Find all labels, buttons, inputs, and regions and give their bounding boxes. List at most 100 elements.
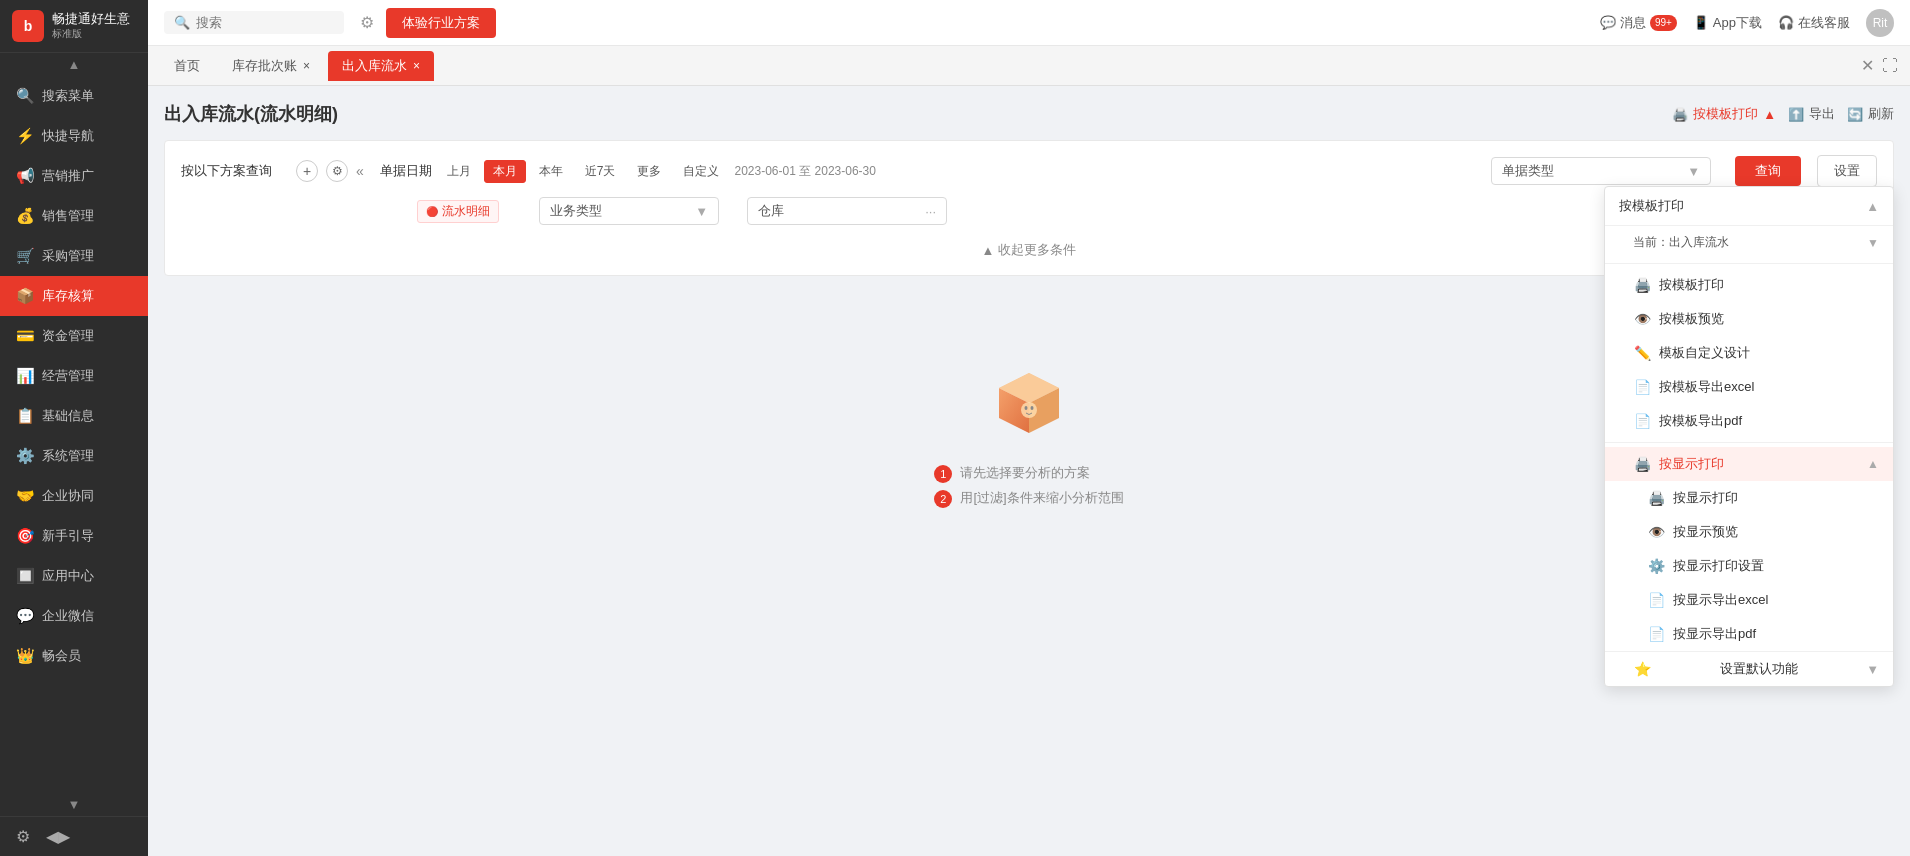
sidebar-item-label: 畅会员 <box>42 647 81 665</box>
basic-icon: 📋 <box>16 407 34 425</box>
batch-account-tab-label: 库存批次账 <box>232 57 297 75</box>
user-avatar: Rit <box>1866 9 1894 37</box>
inout-flow-tab-label: 出入库流水 <box>342 57 407 75</box>
sidebar-scroll-down[interactable]: ▼ <box>0 793 148 816</box>
dropdown-current-item[interactable]: 当前：出入库流水 ▼ <box>1605 226 1893 259</box>
topbar-right: 💬 消息 99+ 📱 App下载 🎧 在线客服 Rit <box>1600 9 1894 37</box>
main-area: 🔍 ⚙ 体验行业方案 💬 消息 99+ 📱 App下载 🎧 在线客服 Rit <box>148 0 1910 856</box>
operation-icon: 📊 <box>16 367 34 385</box>
sidebar-item-purchase[interactable]: 🛒 采购管理 <box>0 236 148 276</box>
svg-point-5 <box>1025 406 1028 410</box>
export-button[interactable]: ⬆️ 导出 <box>1788 105 1835 123</box>
sidebar-item-operation[interactable]: 📊 经营管理 <box>0 356 148 396</box>
topbar-gear-icon[interactable]: ⚙ <box>360 13 374 32</box>
online-service-button[interactable]: 🎧 在线客服 <box>1778 14 1850 32</box>
tab-home[interactable]: 首页 <box>160 51 214 81</box>
date-last-7days[interactable]: 近7天 <box>576 160 625 183</box>
search-input[interactable] <box>196 15 316 30</box>
order-type-select[interactable]: 单据类型 ▼ <box>1491 157 1711 185</box>
template-print-button[interactable]: 🖨️ 按模板打印 ▲ <box>1672 105 1776 123</box>
sidebar-item-app-center[interactable]: 🔲 应用中心 <box>0 556 148 596</box>
svg-point-4 <box>1021 402 1037 418</box>
dropdown-item-display-export-pdf[interactable]: 📄 按显示导出pdf <box>1605 617 1893 651</box>
date-last-month[interactable]: 上月 <box>438 160 480 183</box>
dropdown-section-expand[interactable]: ▲ <box>1867 457 1879 471</box>
dropdown-item-set-default[interactable]: ⭐ 设置默认功能 ▼ <box>1605 651 1893 686</box>
batch-account-tab-close[interactable]: × <box>303 60 310 72</box>
warehouse-more-icon: ··· <box>925 204 936 219</box>
app-download-button[interactable]: 📱 App下载 <box>1693 14 1762 32</box>
business-type-arrow: ▼ <box>695 204 708 219</box>
dropdown-item-label: 按模板导出excel <box>1659 378 1754 396</box>
dropdown-item-label: 按模板预览 <box>1659 310 1724 328</box>
page-actions: 🖨️ 按模板打印 ▲ ⬆️ 导出 🔄 刷新 <box>1672 105 1894 123</box>
sidebar-item-search[interactable]: 🔍 搜索菜单 <box>0 76 148 116</box>
sidebar-item-cooperation[interactable]: 🤝 企业协同 <box>0 476 148 516</box>
member-icon: 👑 <box>16 647 34 665</box>
order-type-label: 单据类型 <box>1502 162 1554 180</box>
date-label: 单据日期 <box>380 162 432 180</box>
refresh-button[interactable]: 🔄 刷新 <box>1847 105 1894 123</box>
dropdown-item-template-export-pdf[interactable]: 📄 按模板导出pdf <box>1605 404 1893 438</box>
dropdown-current-arrow: ▼ <box>1867 236 1879 250</box>
message-button[interactable]: 💬 消息 99+ <box>1600 14 1677 32</box>
dropdown-close-arrow[interactable]: ▲ <box>1866 199 1879 214</box>
date-range-text: 2023-06-01 至 2023-06-30 <box>734 163 875 180</box>
warehouse-select[interactable]: 仓库 ··· <box>747 197 947 225</box>
dropdown-header: 按模板打印 ▲ <box>1605 187 1893 226</box>
sidebar-item-finance[interactable]: 💳 资金管理 <box>0 316 148 356</box>
tab-inout-flow[interactable]: 出入库流水 × <box>328 51 434 81</box>
query-button[interactable]: 查询 <box>1735 156 1801 186</box>
collapse-button[interactable]: ▲ 收起更多条件 <box>982 241 1077 259</box>
filter-collapse-icon[interactable]: « <box>356 163 364 179</box>
print-icon: 🖨️ <box>1647 490 1665 506</box>
business-type-label: 业务类型 <box>550 202 602 220</box>
dropdown-item-label: 按显示预览 <box>1673 523 1738 541</box>
dropdown-item-label: 按显示打印 <box>1659 455 1724 473</box>
sidebar-item-sales[interactable]: 💰 销售管理 <box>0 196 148 236</box>
sidebar-item-system[interactable]: ⚙️ 系统管理 <box>0 436 148 476</box>
date-custom[interactable]: 自定义 <box>674 160 728 183</box>
maximize-window-icon[interactable]: ⛶ <box>1882 57 1898 75</box>
empty-step-2: 2 用[过滤]条件来缩小分析范围 <box>934 489 1123 508</box>
filter-add-button[interactable]: + <box>296 160 318 182</box>
trial-button[interactable]: 体验行业方案 <box>386 8 496 38</box>
settings-bottom-icon[interactable]: ⚙ <box>16 827 30 846</box>
dropdown-item-display-export-excel[interactable]: 📄 按显示导出excel <box>1605 583 1893 617</box>
sidebar-item-guide[interactable]: 🎯 新手引导 <box>0 516 148 556</box>
collapse-sidebar-icon[interactable]: ◀▶ <box>46 827 70 846</box>
search-box[interactable]: 🔍 <box>164 11 344 34</box>
cooperation-icon: 🤝 <box>16 487 34 505</box>
date-more[interactable]: 更多 <box>628 160 670 183</box>
dropdown-item-template-preview[interactable]: 👁️ 按模板预览 <box>1605 302 1893 336</box>
close-window-icon[interactable]: ✕ <box>1861 56 1874 75</box>
sidebar-item-basic[interactable]: 📋 基础信息 <box>0 396 148 436</box>
sidebar-item-label: 企业微信 <box>42 607 94 625</box>
dropdown-item-display-print[interactable]: 🖨️ 按显示打印 <box>1605 481 1893 515</box>
user-menu[interactable]: Rit <box>1866 9 1894 37</box>
dropdown-item-display-print-section[interactable]: 🖨️ 按显示打印 ▲ <box>1605 447 1893 481</box>
dropdown-divider-2 <box>1605 442 1893 443</box>
sidebar-item-marketing[interactable]: 📢 营销推广 <box>0 156 148 196</box>
quick-nav-icon: ⚡ <box>16 127 34 145</box>
date-this-month[interactable]: 本月 <box>484 160 526 183</box>
tab-batch-account[interactable]: 库存批次账 × <box>218 51 324 81</box>
sidebar-item-inventory[interactable]: 📦 库存核算 <box>0 276 148 316</box>
export-icon: ⬆️ <box>1788 107 1804 122</box>
inout-flow-tab-close[interactable]: × <box>413 60 420 72</box>
dropdown-item-template-export-excel[interactable]: 📄 按模板导出excel <box>1605 370 1893 404</box>
sidebar-scroll-up[interactable]: ▲ <box>0 53 148 76</box>
dropdown-item-display-preview[interactable]: 👁️ 按显示预览 <box>1605 515 1893 549</box>
preview2-icon: 👁️ <box>1647 524 1665 540</box>
filter-setting-button[interactable]: ⚙ <box>326 160 348 182</box>
settings-button[interactable]: 设置 <box>1817 155 1877 187</box>
dropdown-item-display-print-settings[interactable]: ⚙️ 按显示打印设置 <box>1605 549 1893 583</box>
dropdown-item-template-print[interactable]: 🖨️ 按模板打印 <box>1605 268 1893 302</box>
business-type-select[interactable]: 业务类型 ▼ <box>539 197 719 225</box>
sidebar-item-wechat[interactable]: 💬 企业微信 <box>0 596 148 636</box>
topbar: 🔍 ⚙ 体验行业方案 💬 消息 99+ 📱 App下载 🎧 在线客服 Rit <box>148 0 1910 46</box>
dropdown-item-template-custom[interactable]: ✏️ 模板自定义设计 <box>1605 336 1893 370</box>
sidebar-item-member[interactable]: 👑 畅会员 <box>0 636 148 676</box>
date-this-year[interactable]: 本年 <box>530 160 572 183</box>
sidebar-item-quick-nav[interactable]: ⚡ 快捷导航 <box>0 116 148 156</box>
